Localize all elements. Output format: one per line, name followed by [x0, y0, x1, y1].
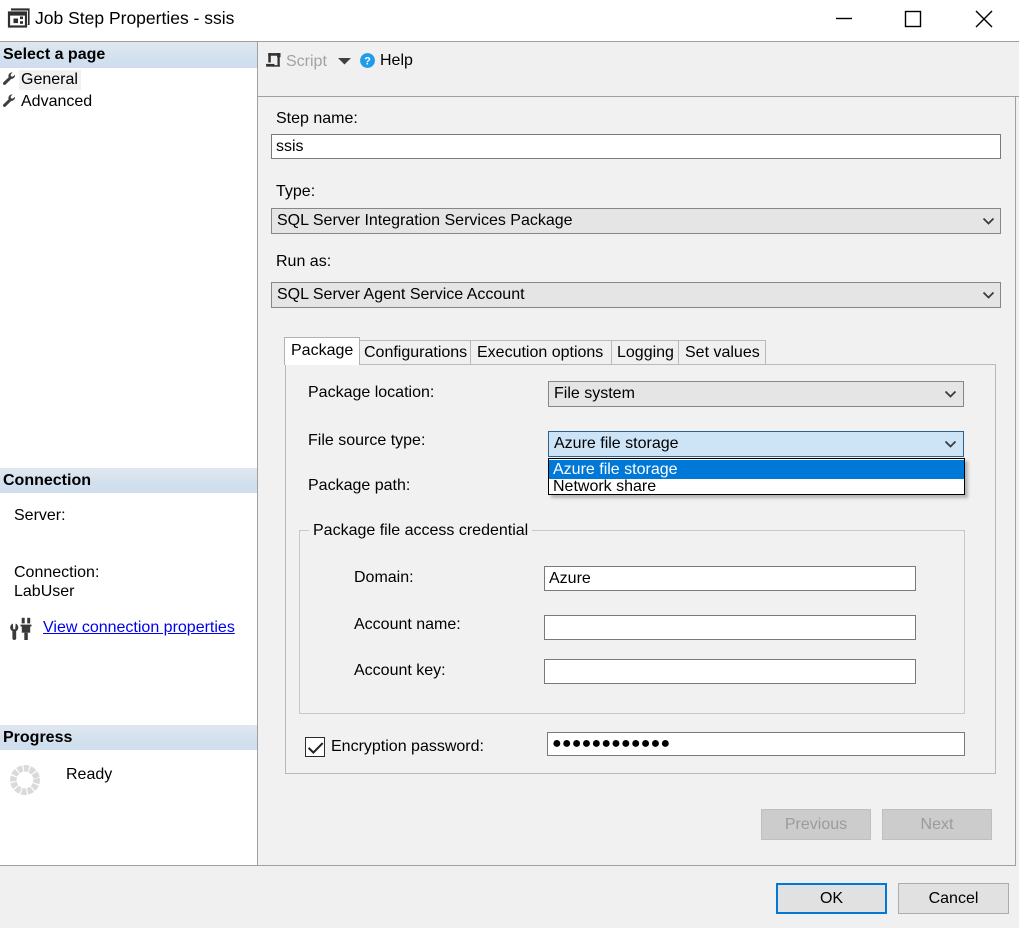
svg-text:?: ? [364, 56, 371, 68]
